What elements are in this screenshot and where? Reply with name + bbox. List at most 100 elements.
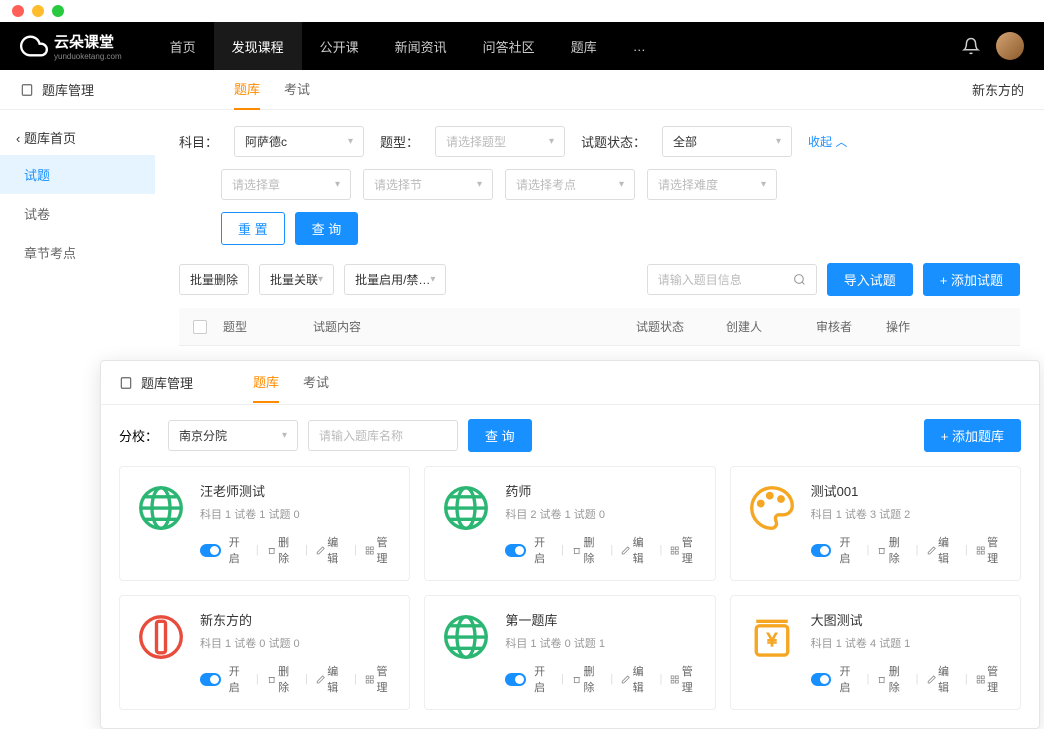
sidebar-item[interactable]: 试卷 [0, 194, 155, 233]
manage-button[interactable]: 管理 [365, 663, 395, 695]
collapse-link[interactable]: 收起 ︿ [808, 133, 847, 150]
nav-item[interactable]: 发现课程 [214, 22, 302, 70]
card-meta: 科目 2 试卷 1 试题 0 [505, 506, 700, 522]
logo-text: 云朵课堂 [54, 31, 122, 52]
logo-subtext: yunduoketang.com [54, 52, 122, 61]
bulk-delete-button[interactable]: 批量删除 [179, 264, 249, 295]
col-ops: 操作 [886, 318, 1006, 335]
delete-button[interactable]: 删除 [572, 534, 602, 566]
manage-button[interactable]: 管理 [670, 663, 700, 695]
bulk-enable-button[interactable]: 批量启用/禁… ▾ [344, 264, 446, 295]
add-question-button[interactable]: + 添加试题 [923, 263, 1020, 296]
card-meta: 科目 1 试卷 4 试题 1 [811, 635, 1006, 651]
toggle-switch[interactable] [200, 673, 221, 686]
query-button[interactable]: 查 询 [295, 212, 359, 245]
bulk-link-button[interactable]: 批量关联 ▾ [259, 264, 334, 295]
tab[interactable]: 题库 [253, 362, 279, 403]
status-select[interactable]: 全部▾ [662, 126, 792, 157]
delete-button[interactable]: 删除 [267, 663, 297, 695]
branch-select[interactable]: 南京分院▾ [168, 420, 298, 451]
edit-button[interactable]: 编辑 [621, 534, 651, 566]
type-select[interactable]: 请选择题型▾ [435, 126, 565, 157]
manage-button[interactable]: 管理 [976, 534, 1006, 566]
card-icon [134, 610, 188, 664]
add-bank-button[interactable]: + 添加题库 [924, 419, 1021, 452]
card-title: 汪老师测试 [200, 481, 395, 500]
nav-item[interactable]: … [615, 22, 664, 70]
card-icon: ¥ [745, 610, 799, 664]
grid-icon [365, 545, 374, 556]
type-label: 题型： [380, 132, 419, 151]
trash-icon [267, 545, 276, 556]
bank-card: 汪老师测试 科目 1 试卷 1 试题 0 开启 | 删除 | 编辑 | 管理 [119, 466, 410, 581]
subject-select[interactable]: 阿萨德c▾ [234, 126, 364, 157]
edit-button[interactable]: 编辑 [927, 663, 957, 695]
manage-button[interactable]: 管理 [670, 534, 700, 566]
minimize-dot[interactable] [32, 5, 44, 17]
edit-icon [621, 674, 630, 685]
bell-icon[interactable] [962, 37, 980, 55]
nav-item[interactable]: 首页 [152, 22, 214, 70]
card-icon [439, 481, 493, 535]
col-content: 试题内容 [313, 318, 636, 335]
close-dot[interactable] [12, 5, 24, 17]
manage-button[interactable]: 管理 [976, 663, 1006, 695]
page-title-2: 题库管理 [141, 373, 193, 392]
delete-button[interactable]: 删除 [877, 534, 907, 566]
reset-button[interactable]: 重 置 [221, 212, 285, 245]
edit-icon [621, 545, 630, 556]
query-button-2[interactable]: 查 询 [468, 419, 532, 452]
page-title: 题库管理 [42, 80, 94, 99]
org-name: 新东方的 [972, 80, 1024, 99]
kp-select[interactable]: 请选择考点▾ [505, 169, 635, 200]
search-icon [793, 273, 806, 286]
select-all-checkbox[interactable] [193, 320, 207, 334]
card-icon [134, 481, 188, 535]
nav-item[interactable]: 题库 [553, 22, 615, 70]
edit-icon [927, 545, 936, 556]
nav-item[interactable]: 问答社区 [465, 22, 553, 70]
search-input[interactable]: 请输入题目信息 [647, 264, 817, 295]
toggle-switch[interactable] [811, 544, 832, 557]
section-select[interactable]: 请选择节▾ [363, 169, 493, 200]
nav-item[interactable]: 新闻资讯 [377, 22, 465, 70]
edit-button[interactable]: 编辑 [316, 663, 346, 695]
nav-items: 首页发现课程公开课新闻资讯问答社区题库… [152, 22, 664, 70]
top-nav: 云朵课堂 yunduoketang.com 首页发现课程公开课新闻资讯问答社区题… [0, 22, 1044, 70]
edit-button[interactable]: 编辑 [316, 534, 346, 566]
col-reviewer: 审核者 [816, 318, 886, 335]
toggle-switch[interactable] [200, 544, 221, 557]
avatar[interactable] [996, 32, 1024, 60]
edit-button[interactable]: 编辑 [927, 534, 957, 566]
sidebar-back[interactable]: ‹ 题库首页 [0, 120, 155, 155]
toggle-switch[interactable] [505, 673, 526, 686]
manage-button[interactable]: 管理 [365, 534, 395, 566]
delete-button[interactable]: 删除 [572, 663, 602, 695]
chapter-select[interactable]: 请选择章▾ [221, 169, 351, 200]
import-button[interactable]: 导入试题 [827, 263, 913, 296]
cloud-icon [20, 32, 48, 60]
bank-card: ¥ 大图测试 科目 1 试卷 4 试题 1 开启 | 删除 | 编辑 | 管理 [730, 595, 1021, 710]
sidebar-item[interactable]: 试题 [0, 155, 155, 194]
bank-card: 新东方的 科目 1 试卷 0 试题 0 开启 | 删除 | 编辑 | 管理 [119, 595, 410, 710]
browser-chrome [0, 0, 1044, 22]
tab[interactable]: 题库 [234, 69, 260, 110]
edit-button[interactable]: 编辑 [621, 663, 651, 695]
bank-card: 测试001 科目 1 试卷 3 试题 2 开启 | 删除 | 编辑 | 管理 [730, 466, 1021, 581]
tab[interactable]: 考试 [303, 362, 329, 403]
card-title: 药师 [505, 481, 700, 500]
open-label: 开启 [534, 663, 553, 695]
sidebar-item[interactable]: 章节考点 [0, 233, 155, 272]
toggle-switch[interactable] [505, 544, 526, 557]
nav-item[interactable]: 公开课 [302, 22, 377, 70]
logo[interactable]: 云朵课堂 yunduoketang.com [20, 31, 122, 61]
toggle-switch[interactable] [811, 673, 832, 686]
trash-icon [267, 674, 276, 685]
difficulty-select[interactable]: 请选择难度▾ [647, 169, 777, 200]
tab[interactable]: 考试 [284, 69, 310, 110]
bank-name-input[interactable]: 请输入题库名称 [308, 420, 458, 451]
maximize-dot[interactable] [52, 5, 64, 17]
delete-button[interactable]: 删除 [267, 534, 297, 566]
svg-text:¥: ¥ [766, 630, 778, 650]
delete-button[interactable]: 删除 [877, 663, 907, 695]
